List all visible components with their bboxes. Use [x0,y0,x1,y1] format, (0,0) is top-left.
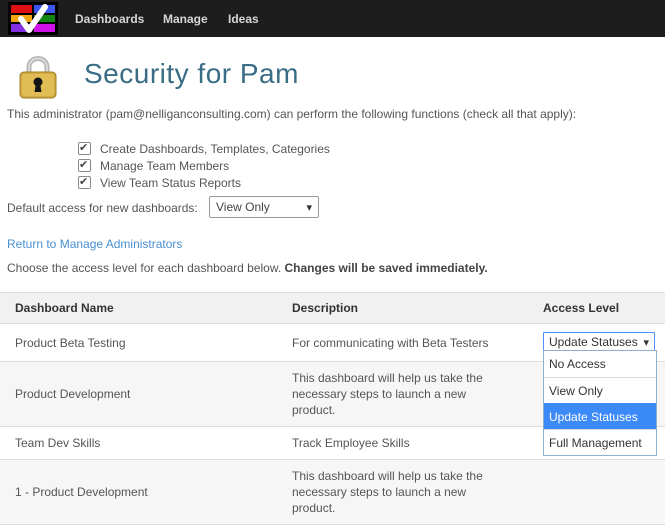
default-access-select[interactable]: View Only [209,196,319,218]
permission-checkbox-view-reports[interactable] [78,176,91,189]
table-row: 1 - Product Development This dashboard w… [0,460,665,525]
permission-row: View Team Status Reports [78,175,241,190]
column-header-access-level: Access Level [528,293,665,324]
dashboard-name-cell: Team Dev Skills [0,427,277,460]
description-cell: This dashboard will help us take the nec… [277,460,528,525]
logo-checkmark-icon [8,2,58,35]
permission-row: Create Dashboards, Templates, Categories [78,141,330,156]
description-cell: For communicating with Beta Testers [277,324,528,362]
permission-checkbox-manage-team[interactable] [78,159,91,172]
dashboard-name-cell: 1 - Product Development [0,460,277,525]
permission-label: Create Dashboards, Templates, Categories [100,142,330,156]
instruction-bold: Changes will be saved immediately. [285,261,488,275]
dropdown-option-view-only[interactable]: View Only [544,377,656,403]
dropdown-option-full-management[interactable]: Full Management [544,429,656,455]
nav-menu: Dashboards Manage Ideas [75,0,278,37]
dashboard-name-cell: Product Development [0,362,277,427]
nav-item-dashboards[interactable]: Dashboards [75,12,163,26]
table-header-row: Dashboard Name Description Access Level [0,293,665,324]
permission-label: View Team Status Reports [100,176,241,190]
permission-row: Manage Team Members [78,158,229,173]
column-header-description: Description [277,293,528,324]
app-logo[interactable] [8,2,58,35]
dropdown-option-update-statuses[interactable]: Update Statuses [544,403,656,429]
nav-item-manage[interactable]: Manage [163,12,228,26]
dropdown-option-no-access[interactable]: No Access [544,351,656,377]
default-access-value: View Only [216,200,270,214]
access-level-value: Update Statuses [549,335,638,349]
chevron-down-icon [306,197,312,218]
description-cell: This dashboard will help us take the nec… [277,362,528,427]
top-navbar: Dashboards Manage Ideas [0,0,665,37]
default-access-label: Default access for new dashboards: [7,201,198,215]
instruction-normal: Choose the access level for each dashboa… [7,261,285,275]
description-cell: Track Employee Skills [277,427,528,460]
intro-text: This administrator (pam@nelliganconsulti… [7,107,647,121]
dashboard-name-cell: Product Beta Testing [0,324,277,362]
page-title: Security for Pam [84,58,299,90]
permission-checkbox-create-dashboards[interactable] [78,142,91,155]
access-level-dropdown: No Access View Only Update Statuses Full… [543,350,657,456]
lock-icon [16,51,60,99]
instruction-text: Choose the access level for each dashboa… [7,261,488,275]
permission-label: Manage Team Members [100,159,229,173]
return-to-manage-administrators-link[interactable]: Return to Manage Administrators [7,237,182,251]
nav-item-ideas[interactable]: Ideas [228,12,278,26]
column-header-dashboard-name: Dashboard Name [0,293,277,324]
